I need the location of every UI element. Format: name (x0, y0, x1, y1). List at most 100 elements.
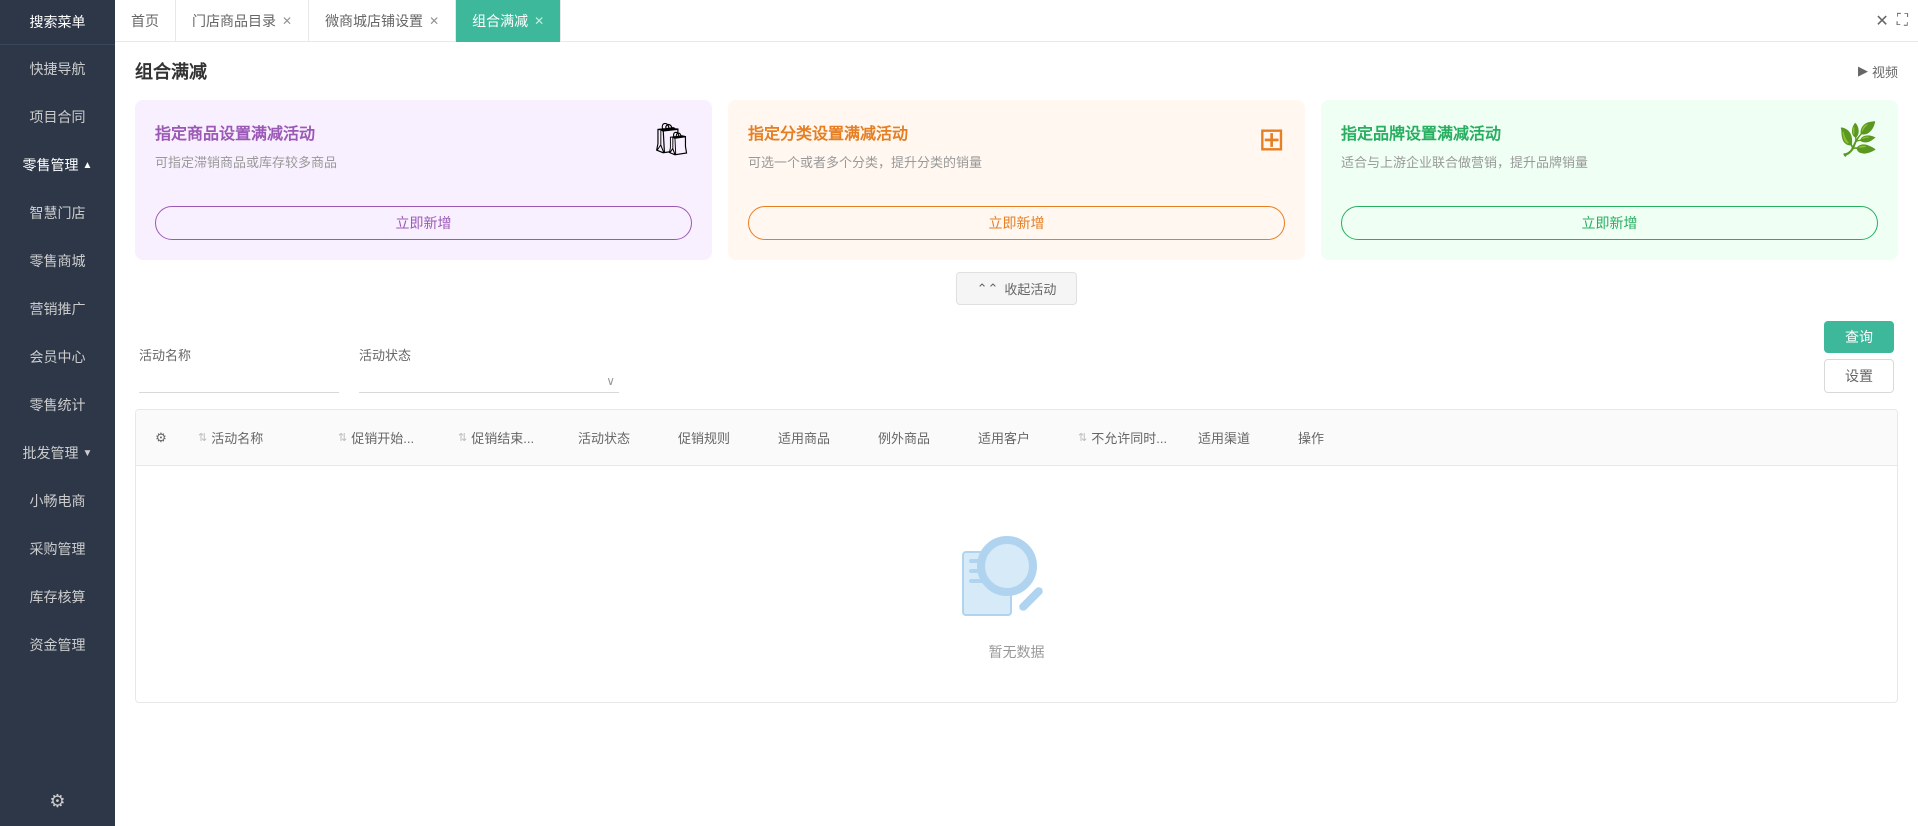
collapse-button[interactable]: ⌃⌃ 收起活动 (956, 272, 1078, 305)
th-start-label: 促销开始... (351, 428, 414, 447)
sidebar-item-label: 快捷导航 (30, 59, 86, 79)
th-name[interactable]: ⇅ 活动名称 (186, 420, 326, 455)
play-icon: ▶ (1858, 63, 1868, 79)
th-gear[interactable]: ⚙ (136, 422, 186, 454)
th-end[interactable]: ⇅ 促销结束... (446, 420, 566, 455)
tab-store-catalog[interactable]: 门店商品目录 ✕ (176, 0, 309, 42)
th-except-label: 例外商品 (878, 428, 930, 447)
activity-card-product: 指定商品设置满减活动 🛍 可指定滞销商品或库存较多商品 立即新增 (135, 100, 712, 260)
tab-wechat-settings-close[interactable]: ✕ (429, 14, 439, 28)
sidebar-item-label: 智慧门店 (30, 203, 86, 223)
th-status: 活动状态 (566, 420, 666, 455)
search-name-input[interactable] (139, 368, 339, 393)
sidebar-item-label: 采购管理 (30, 539, 86, 559)
sidebar-item-smart-store[interactable]: 智慧门店 (0, 189, 115, 237)
th-status-label: 活动状态 (578, 428, 630, 447)
th-goods: 适用商品 (766, 420, 866, 455)
card-product-title: 指定商品设置满减活动 (155, 120, 692, 144)
tab-controls: ✕ ⛶ (1875, 11, 1918, 31)
sidebar: 搜索菜单 快捷导航 项目合同 零售管理 ▲ 智慧门店 零售商城 营销推广 会员中… (0, 0, 115, 826)
sidebar-item-project-contract[interactable]: 项目合同 (0, 93, 115, 141)
empty-illustration (957, 526, 1077, 626)
main-content: 首页 门店商品目录 ✕ 微商城店铺设置 ✕ 组合满减 ✕ ✕ ⛶ 组合满减 ▶ … (115, 0, 1918, 826)
empty-text: 暂无数据 (989, 642, 1045, 662)
th-end-label: 促销结束... (471, 428, 534, 447)
card-product-btn[interactable]: 立即新增 (155, 206, 692, 240)
tab-home-label: 首页 (131, 11, 159, 31)
card-brand-icon: 🌿 (1838, 120, 1878, 158)
sidebar-item-retail-mgmt[interactable]: 零售管理 ▲ (0, 141, 115, 189)
search-status-select-wrapper: ∨ (359, 368, 619, 393)
collapse-chevron-icon: ⌃⌃ (977, 281, 999, 297)
activity-cards: 指定商品设置满减活动 🛍 可指定滞销商品或库存较多商品 立即新增 指定分类设置满… (135, 100, 1898, 260)
search-status-label: 活动状态 (359, 345, 619, 364)
th-channel: 适用渠道 (1186, 420, 1286, 455)
activity-card-brand: 指定品牌设置满减活动 🌿 适合与上游企业联合做营销，提升品牌销量 立即新增 (1321, 100, 1898, 260)
setting-button[interactable]: 设置 (1824, 359, 1894, 393)
sidebar-item-xiaochange[interactable]: 小畅电商 (0, 477, 115, 525)
th-name-label: 活动名称 (211, 428, 263, 447)
table-header: ⚙ ⇅ 活动名称 ⇅ 促销开始... ⇅ 促销结束... 活动状态 (136, 410, 1897, 466)
card-product-icon: 🛍 (651, 120, 692, 158)
tab-wechat-settings[interactable]: 微商城店铺设置 ✕ (309, 0, 456, 42)
sidebar-item-marketing[interactable]: 营销推广 (0, 285, 115, 333)
tab-combo-discount-close[interactable]: ✕ (534, 14, 544, 28)
video-link[interactable]: ▶ 视频 (1858, 62, 1898, 81)
card-brand-title: 指定品牌设置满减活动 (1341, 120, 1878, 144)
sidebar-item-member-center[interactable]: 会员中心 (0, 333, 115, 381)
tab-bar: 首页 门店商品目录 ✕ 微商城店铺设置 ✕ 组合满减 ✕ ✕ ⛶ (115, 0, 1918, 42)
th-noallow-label: 不允许同时... (1091, 428, 1167, 447)
sidebar-item-label: 资金管理 (30, 635, 86, 655)
tab-home[interactable]: 首页 (115, 0, 176, 42)
search-btn-group: 查询 设置 (1824, 321, 1894, 393)
card-product-desc: 可指定滞销商品或库存较多商品 (155, 152, 692, 190)
th-end-sort-icon: ⇅ (458, 431, 467, 444)
search-name-label: 活动名称 (139, 345, 339, 364)
tab-combo-discount[interactable]: 组合满减 ✕ (456, 0, 561, 42)
sidebar-item-label: 项目合同 (30, 107, 86, 127)
sidebar-item-finance-mgmt[interactable]: 资金管理 (0, 621, 115, 669)
th-customer-label: 适用客户 (978, 428, 1030, 447)
chevron-down-icon: ▼ (83, 448, 93, 459)
search-status-input[interactable] (359, 368, 619, 393)
expand-window-button[interactable]: ⛶ (1897, 11, 1908, 31)
card-brand-desc: 适合与上游企业联合做营销，提升品牌销量 (1341, 152, 1878, 190)
sidebar-item-wholesale-mgmt[interactable]: 批发管理 ▼ (0, 429, 115, 477)
sidebar-settings-button[interactable]: ⚙ (0, 777, 115, 826)
sidebar-item-retail-stats[interactable]: 零售统计 (0, 381, 115, 429)
tab-store-catalog-label: 门店商品目录 (192, 11, 276, 31)
close-window-button[interactable]: ✕ (1875, 11, 1888, 31)
tab-store-catalog-close[interactable]: ✕ (282, 14, 292, 28)
query-button[interactable]: 查询 (1824, 321, 1894, 353)
card-category-desc: 可选一个或者多个分类，提升分类的销量 (748, 152, 1285, 190)
sidebar-item-quick-nav[interactable]: 快捷导航 (0, 45, 115, 93)
sidebar-item-label: 零售统计 (30, 395, 86, 415)
magnifier-body (977, 536, 1037, 596)
card-category-title: 指定分类设置满减活动 (748, 120, 1285, 144)
sidebar-item-label: 库存核算 (30, 587, 86, 607)
th-except: 例外商品 (866, 420, 966, 455)
th-rule: 促销规则 (666, 420, 766, 455)
sidebar-item-retail-mall[interactable]: 零售商城 (0, 237, 115, 285)
tab-combo-discount-label: 组合满减 (472, 11, 528, 31)
sidebar-item-purchase-mgmt[interactable]: 采购管理 (0, 525, 115, 573)
th-noallow-sort-icon: ⇅ (1078, 431, 1087, 444)
video-label: 视频 (1872, 62, 1898, 81)
card-brand-btn[interactable]: 立即新增 (1341, 206, 1878, 240)
activity-card-category: 指定分类设置满减活动 ⊞ 可选一个或者多个分类，提升分类的销量 立即新增 (728, 100, 1305, 260)
sidebar-item-inventory[interactable]: 库存核算 (0, 573, 115, 621)
card-category-btn[interactable]: 立即新增 (748, 206, 1285, 240)
search-name-field: 活动名称 (139, 345, 339, 393)
sidebar-item-label: 营销推广 (30, 299, 86, 319)
sidebar-search[interactable]: 搜索菜单 (0, 0, 115, 45)
search-status-field: 活动状态 ∨ (359, 345, 619, 393)
collapse-label: 收起活动 (1004, 279, 1056, 298)
th-noallow[interactable]: ⇅ 不允许同时... (1066, 420, 1186, 455)
sidebar-item-label: 小畅电商 (30, 491, 86, 511)
th-start[interactable]: ⇅ 促销开始... (326, 420, 446, 455)
th-customer: 适用客户 (966, 420, 1066, 455)
empty-state: 暂无数据 (136, 466, 1897, 702)
th-name-sort-icon: ⇅ (198, 431, 207, 444)
th-channel-label: 适用渠道 (1198, 428, 1250, 447)
sidebar-item-label: 零售商城 (30, 251, 86, 271)
